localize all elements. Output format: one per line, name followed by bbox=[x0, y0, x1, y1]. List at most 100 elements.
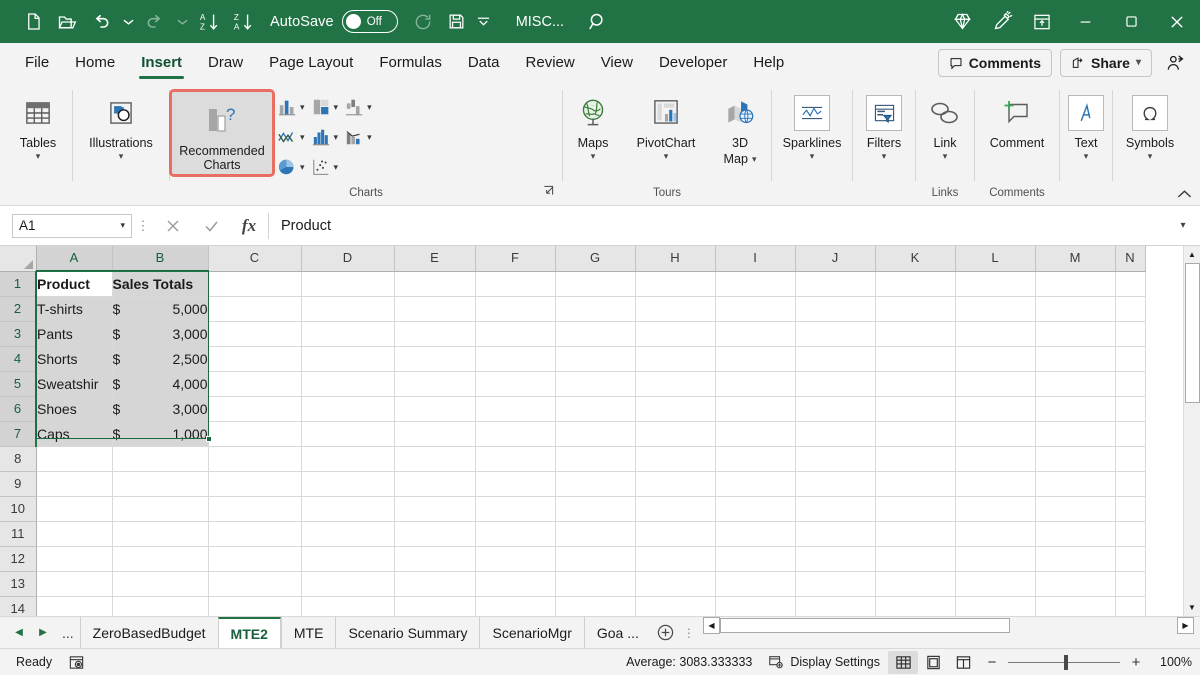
cell-i9[interactable] bbox=[715, 471, 795, 496]
cell-b4[interactable]: $2,500 bbox=[112, 346, 208, 371]
cell-j12[interactable] bbox=[795, 546, 875, 571]
cell-l2[interactable] bbox=[955, 296, 1035, 321]
zoom-in-button[interactable]: + bbox=[1128, 654, 1144, 671]
cell-g9[interactable] bbox=[555, 471, 635, 496]
cell-i10[interactable] bbox=[715, 496, 795, 521]
cell-l10[interactable] bbox=[955, 496, 1035, 521]
cell-g2[interactable] bbox=[555, 296, 635, 321]
scroll-left-arrow-icon[interactable]: ◀ bbox=[703, 617, 720, 634]
cancel-formula-button[interactable] bbox=[154, 213, 192, 239]
cell-l11[interactable] bbox=[955, 521, 1035, 546]
formula-bar-options-icon[interactable]: ⋮ bbox=[132, 218, 154, 234]
cell-g10[interactable] bbox=[555, 496, 635, 521]
tables-button[interactable]: Tables ▾ bbox=[4, 88, 72, 164]
sheet-overflow-ellipsis[interactable]: ... bbox=[56, 625, 80, 641]
cell-n10[interactable] bbox=[1115, 496, 1145, 521]
cell-c9[interactable] bbox=[208, 471, 301, 496]
cell-e5[interactable] bbox=[394, 371, 475, 396]
cell-c11[interactable] bbox=[208, 521, 301, 546]
cell-k1[interactable] bbox=[875, 271, 955, 296]
row-header-12[interactable]: 12 bbox=[0, 546, 36, 571]
cell-e1[interactable] bbox=[394, 271, 475, 296]
cell-f14[interactable] bbox=[475, 596, 555, 616]
charts-dialog-launcher-icon[interactable] bbox=[543, 183, 554, 203]
vertical-scrollbar[interactable]: ▲ ▼ bbox=[1183, 246, 1200, 616]
tab-view[interactable]: View bbox=[588, 43, 646, 82]
cell-l9[interactable] bbox=[955, 471, 1035, 496]
accessibility-checker-icon[interactable] bbox=[60, 651, 93, 674]
cell-k11[interactable] bbox=[875, 521, 955, 546]
cell-h1[interactable] bbox=[635, 271, 715, 296]
normal-view-icon[interactable] bbox=[888, 651, 918, 674]
sort-ascending-icon[interactable]: A Z bbox=[192, 6, 226, 38]
cell-j14[interactable] bbox=[795, 596, 875, 616]
sheet-tab-mte[interactable]: MTE bbox=[281, 617, 336, 648]
cell-e4[interactable] bbox=[394, 346, 475, 371]
cell-m12[interactable] bbox=[1035, 546, 1115, 571]
cell-a4[interactable]: Shorts bbox=[36, 346, 112, 371]
cell-i5[interactable] bbox=[715, 371, 795, 396]
cell-n12[interactable] bbox=[1115, 546, 1145, 571]
cell-c8[interactable] bbox=[208, 446, 301, 471]
cell-m5[interactable] bbox=[1035, 371, 1115, 396]
column-header-i[interactable]: I bbox=[715, 246, 795, 271]
text-button[interactable]: Text ▾ bbox=[1060, 88, 1112, 164]
maps-button[interactable]: Maps ▾ bbox=[563, 88, 623, 164]
insert-function-button[interactable]: fx bbox=[230, 213, 268, 239]
cell-m6[interactable] bbox=[1035, 396, 1115, 421]
filters-button[interactable]: Filters ▾ bbox=[853, 88, 915, 164]
cell-c1[interactable] bbox=[208, 271, 301, 296]
cell-j1[interactable] bbox=[795, 271, 875, 296]
column-header-m[interactable]: M bbox=[1035, 246, 1115, 271]
cell-d9[interactable] bbox=[301, 471, 394, 496]
cell-l1[interactable] bbox=[955, 271, 1035, 296]
cell-f13[interactable] bbox=[475, 571, 555, 596]
cell-j5[interactable] bbox=[795, 371, 875, 396]
document-name[interactable]: MISC... bbox=[516, 14, 564, 30]
cell-c3[interactable] bbox=[208, 321, 301, 346]
cell-c14[interactable] bbox=[208, 596, 301, 616]
open-folder-icon[interactable] bbox=[50, 6, 84, 38]
cell-m9[interactable] bbox=[1035, 471, 1115, 496]
cell-n8[interactable] bbox=[1115, 446, 1145, 471]
cell-g3[interactable] bbox=[555, 321, 635, 346]
cell-e13[interactable] bbox=[394, 571, 475, 596]
cell-n9[interactable] bbox=[1115, 471, 1145, 496]
cell-j10[interactable] bbox=[795, 496, 875, 521]
cell-m3[interactable] bbox=[1035, 321, 1115, 346]
cell-j7[interactable] bbox=[795, 421, 875, 446]
cell-h10[interactable] bbox=[635, 496, 715, 521]
cell-j2[interactable] bbox=[795, 296, 875, 321]
cell-b1[interactable]: Sales Totals bbox=[112, 271, 208, 296]
cell-m14[interactable] bbox=[1035, 596, 1115, 616]
cell-e8[interactable] bbox=[394, 446, 475, 471]
cell-a5[interactable]: Sweatshir bbox=[36, 371, 112, 396]
cell-c13[interactable] bbox=[208, 571, 301, 596]
cell-d8[interactable] bbox=[301, 446, 394, 471]
cell-d11[interactable] bbox=[301, 521, 394, 546]
cell-d13[interactable] bbox=[301, 571, 394, 596]
cell-b13[interactable] bbox=[112, 571, 208, 596]
refresh-icon[interactable] bbox=[406, 6, 440, 38]
cell-g8[interactable] bbox=[555, 446, 635, 471]
cell-m11[interactable] bbox=[1035, 521, 1115, 546]
cell-m4[interactable] bbox=[1035, 346, 1115, 371]
ribbon-display-options-icon[interactable] bbox=[1022, 4, 1062, 40]
cell-h4[interactable] bbox=[635, 346, 715, 371]
cell-f10[interactable] bbox=[475, 496, 555, 521]
tab-insert[interactable]: Insert bbox=[128, 43, 195, 82]
cell-h2[interactable] bbox=[635, 296, 715, 321]
cell-h12[interactable] bbox=[635, 546, 715, 571]
sheet-more-options-icon[interactable]: ⋮ bbox=[681, 617, 697, 648]
cell-k9[interactable] bbox=[875, 471, 955, 496]
cell-l4[interactable] bbox=[955, 346, 1035, 371]
statistic-chart-icon[interactable]: ▾ bbox=[308, 122, 342, 152]
cell-b7[interactable]: $1,000 bbox=[112, 421, 208, 446]
cell-i13[interactable] bbox=[715, 571, 795, 596]
cell-a1[interactable]: Product bbox=[36, 271, 112, 296]
cell-i1[interactable] bbox=[715, 271, 795, 296]
cell-h7[interactable] bbox=[635, 421, 715, 446]
cell-k12[interactable] bbox=[875, 546, 955, 571]
cell-e12[interactable] bbox=[394, 546, 475, 571]
cell-a13[interactable] bbox=[36, 571, 112, 596]
